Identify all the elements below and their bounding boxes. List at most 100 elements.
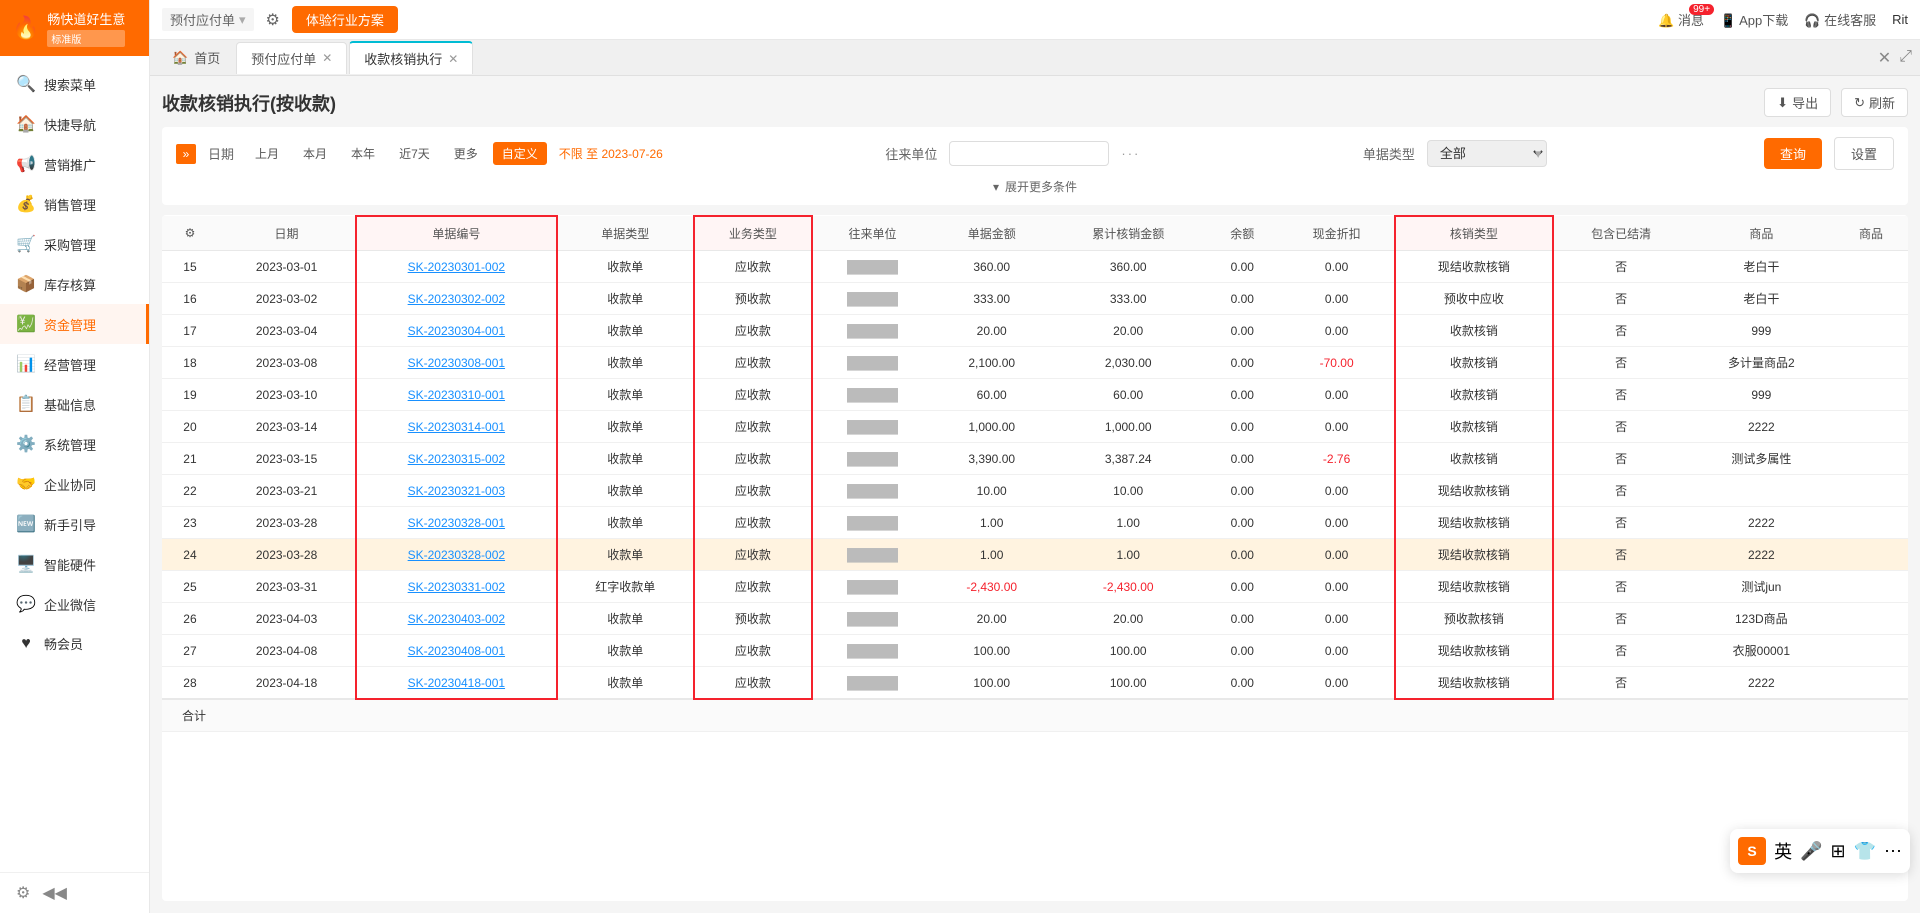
td-doc-no[interactable]: SK-20230310-001 [356, 379, 556, 411]
td-included: 否 [1553, 635, 1689, 667]
float-translate-icon[interactable]: 英 [1774, 838, 1792, 864]
td-product2 [1834, 571, 1908, 603]
sidebar-item-search[interactable]: 🔍 搜索菜单 [0, 64, 149, 104]
industry-solution-button[interactable]: 体验行业方案 [292, 6, 398, 33]
gear-icon[interactable]: ⚙ [266, 10, 280, 30]
td-wo-type: 收款核销 [1395, 315, 1553, 347]
settings-bottom-icon[interactable]: ⚙ [16, 883, 30, 903]
expand-filter-button[interactable]: » [176, 144, 196, 164]
export-label: 导出 [1792, 93, 1818, 112]
tab-prepay-close[interactable]: ✕ [322, 51, 332, 65]
sidebar-item-corp[interactable]: 🤝 企业协同 [0, 464, 149, 504]
td-product2 [1834, 411, 1908, 443]
sidebar-item-guide[interactable]: 🆕 新手引导 [0, 504, 149, 544]
td-included: 否 [1553, 603, 1689, 635]
td-included: 否 [1553, 539, 1689, 571]
total-label: 合计 [162, 699, 1908, 732]
td-doc-no[interactable]: SK-20230321-003 [356, 475, 556, 507]
sidebar-item-member[interactable]: ♥ 畅会员 [0, 624, 149, 663]
sidebar-item-finance[interactable]: 💹 资金管理 [0, 304, 149, 344]
td-doc-no[interactable]: SK-20230418-001 [356, 667, 556, 700]
tab-prepay[interactable]: 预付应付单 ✕ [236, 42, 347, 74]
sidebar-item-basic[interactable]: 📋 基础信息 [0, 384, 149, 424]
support-button[interactable]: 🎧 在线客服 [1804, 10, 1876, 29]
tab-expand-icon[interactable]: ⤢ [1899, 48, 1912, 68]
logo-badge: 标准版 [47, 30, 125, 47]
filter-settings-button[interactable]: 设置 [1834, 137, 1894, 170]
td-doc-no[interactable]: SK-20230331-002 [356, 571, 556, 603]
float-grid-icon[interactable]: ⊞ [1830, 841, 1845, 862]
tab-home[interactable]: 🏠 首页 [158, 42, 234, 73]
app-download-button[interactable]: 📱 App下载 [1720, 10, 1788, 29]
sidebar-item-hardware[interactable]: 🖥️ 智能硬件 [0, 544, 149, 584]
search-icon: 🔍 [16, 74, 36, 94]
tab-receipt[interactable]: 收款核销执行 ✕ [349, 41, 473, 74]
message-label: 消息 [1678, 13, 1704, 28]
th-settings[interactable]: ⚙ [162, 216, 218, 251]
td-doc-no[interactable]: SK-20230328-002 [356, 539, 556, 571]
message-badge: 99+ [1689, 4, 1714, 15]
td-write-off: -2,430.00 [1051, 571, 1205, 603]
sidebar-item-sales[interactable]: 💰 销售管理 [0, 184, 149, 224]
sidebar-item-wechat[interactable]: 💬 企业微信 [0, 584, 149, 624]
td-write-off: 10.00 [1051, 475, 1205, 507]
corp-icon: 🤝 [16, 474, 36, 494]
td-doc-no[interactable]: SK-20230314-001 [356, 411, 556, 443]
export-button[interactable]: ⬇ 导出 [1764, 88, 1831, 117]
td-doc-no[interactable]: SK-20230315-002 [356, 443, 556, 475]
date-btn-custom[interactable]: 自定义 [493, 142, 547, 165]
sidebar-item-purchase[interactable]: 🛒 采购管理 [0, 224, 149, 264]
float-shirt-icon[interactable]: 👕 [1854, 841, 1876, 862]
sidebar-label-operation: 经营管理 [44, 355, 96, 374]
collapse-icon[interactable]: ◀◀ [42, 883, 67, 903]
date-label: 日期 [208, 144, 234, 163]
date-btn-7days[interactable]: 近7天 [390, 142, 439, 165]
td-counterparty: ██████ [812, 635, 933, 667]
sidebar-item-inventory[interactable]: 📦 库存核算 [0, 264, 149, 304]
float-mic-icon[interactable]: 🎤 [1800, 841, 1822, 862]
doc-type-select[interactable]: 全部 收款单 红字收款单 [1427, 140, 1547, 167]
refresh-button[interactable]: ↻ 刷新 [1841, 88, 1908, 117]
td-product1: 老白干 [1689, 283, 1834, 315]
td-product2 [1834, 251, 1908, 283]
td-balance: 0.00 [1205, 475, 1279, 507]
td-doc-no[interactable]: SK-20230408-001 [356, 635, 556, 667]
sidebar-item-marketing[interactable]: 📢 营销推广 [0, 144, 149, 184]
td-amount: 10.00 [932, 475, 1051, 507]
tab-controls: ✕ ⤢ [1878, 48, 1912, 68]
td-doc-no[interactable]: SK-20230302-002 [356, 283, 556, 315]
system-icon: ⚙️ [16, 434, 36, 454]
sidebar-item-operation[interactable]: 📊 经营管理 [0, 344, 149, 384]
td-doc-no[interactable]: SK-20230403-002 [356, 603, 556, 635]
user-name[interactable]: Rit [1892, 12, 1908, 27]
query-button[interactable]: 查询 [1764, 138, 1822, 169]
date-btn-this-year[interactable]: 本年 [342, 142, 384, 165]
tab-receipt-close[interactable]: ✕ [448, 52, 458, 66]
td-num: 15 [162, 251, 218, 283]
sidebar-item-quicknav[interactable]: 🏠 快捷导航 [0, 104, 149, 144]
td-included: 否 [1553, 475, 1689, 507]
date-btn-last-month[interactable]: 上月 [246, 142, 288, 165]
td-date: 2023-03-31 [218, 571, 356, 603]
td-doc-no[interactable]: SK-20230304-001 [356, 315, 556, 347]
td-num: 24 [162, 539, 218, 571]
td-included: 否 [1553, 443, 1689, 475]
sidebar-item-system[interactable]: ⚙️ 系统管理 [0, 424, 149, 464]
counterparty-input[interactable] [949, 141, 1109, 166]
date-btn-this-month[interactable]: 本月 [294, 142, 336, 165]
date-btn-more[interactable]: 更多 [445, 142, 487, 165]
td-biz-type: 应收款 [694, 571, 811, 603]
td-wo-type: 现结收款核销 [1395, 507, 1553, 539]
td-doc-no[interactable]: SK-20230328-001 [356, 507, 556, 539]
table-scroll[interactable]: ⚙ 日期 单据编号 单据类型 业务类型 往来单位 单据金额 累计核销金额 余额 … [162, 215, 1908, 901]
float-apps-icon[interactable]: ⋯ [1884, 841, 1902, 862]
data-table: ⚙ 日期 单据编号 单据类型 业务类型 往来单位 单据金额 累计核销金额 余额 … [162, 215, 1908, 732]
expand-more-bar[interactable]: ▾ 展开更多条件 [176, 178, 1894, 195]
td-wo-type: 现结收款核销 [1395, 539, 1553, 571]
td-doc-type: 收款单 [557, 443, 695, 475]
tab-close-all-icon[interactable]: ✕ [1878, 48, 1891, 68]
message-button[interactable]: 🔔 消息 99+ [1658, 10, 1704, 29]
table-row: 15 2023-03-01 SK-20230301-002 收款单 应收款 ██… [162, 251, 1908, 283]
td-doc-no[interactable]: SK-20230301-002 [356, 251, 556, 283]
td-doc-no[interactable]: SK-20230308-001 [356, 347, 556, 379]
